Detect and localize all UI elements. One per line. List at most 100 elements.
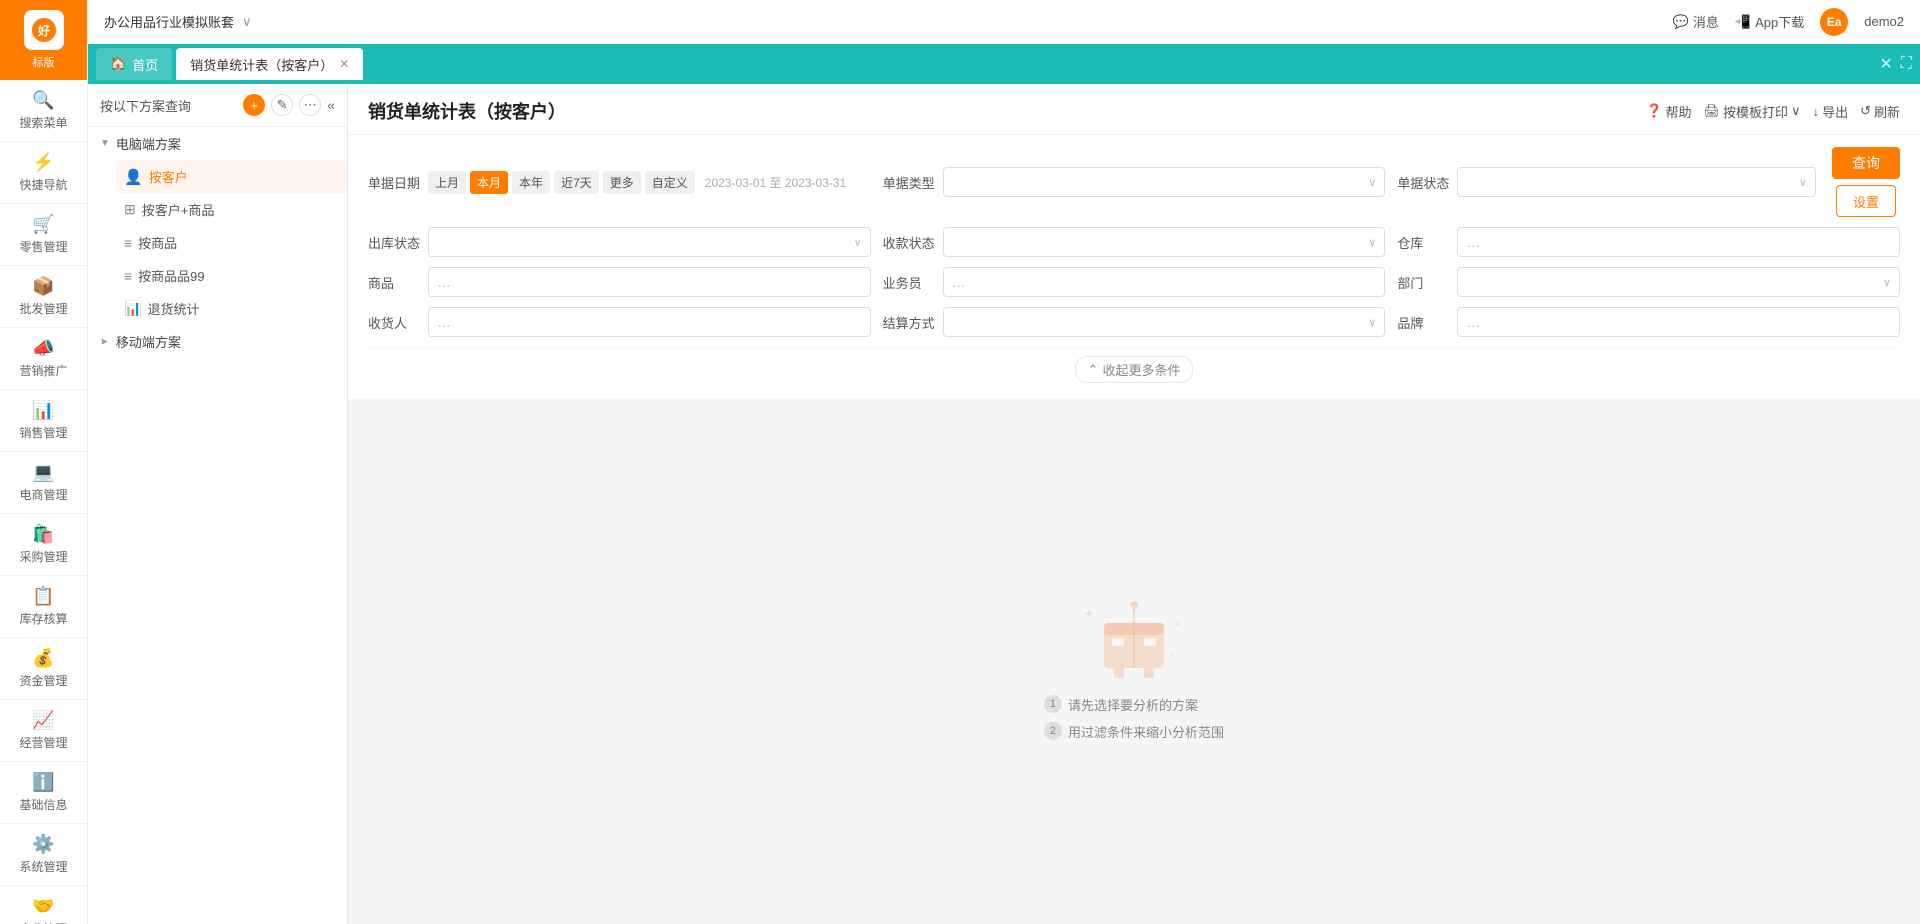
salesperson-label: 业务员 bbox=[883, 273, 935, 292]
sidebar-item-operations[interactable]: 📈 经营管理 bbox=[0, 700, 87, 762]
last-7-btn[interactable]: 近7天 bbox=[554, 171, 599, 194]
custom-btn[interactable]: 自定义 bbox=[645, 171, 695, 194]
template-print-label: 按模板打印 bbox=[1723, 102, 1788, 121]
tab-expand-btn[interactable]: ⛶ bbox=[1901, 55, 1912, 73]
doc-type-input[interactable]: ∨ bbox=[943, 167, 1386, 197]
warehouse-input[interactable]: … bbox=[1457, 227, 1900, 257]
sidebar-item-finance[interactable]: 💰 资金管理 bbox=[0, 638, 87, 700]
sidebar-item-retail[interactable]: 🛒 零售管理 bbox=[0, 204, 87, 266]
date-filter-controls: 上月 本月 本年 近7天 更多 自定义 2023-03-01 至 2023-03… bbox=[428, 171, 846, 194]
cur-year-btn[interactable]: 本年 bbox=[512, 171, 550, 194]
payment-label: 结算方式 bbox=[883, 313, 935, 332]
department-input[interactable]: ∨ bbox=[1457, 267, 1900, 297]
department-filter-item: 部门 ∨ bbox=[1397, 267, 1900, 297]
brand-input[interactable]: … bbox=[1457, 307, 1900, 337]
breadcrumb-text: 办公用品行业模拟账套 bbox=[104, 12, 234, 31]
collapse-more-btn[interactable]: ⌃ 收起更多条件 bbox=[1075, 356, 1194, 383]
mobile-schemes-header[interactable]: ▼ 移动端方案 bbox=[100, 325, 347, 358]
settings-btn[interactable]: 设置 bbox=[1836, 185, 1896, 217]
user-avatar[interactable]: Ea bbox=[1820, 8, 1848, 36]
sales-icon: 📊 bbox=[32, 400, 54, 421]
sidebar-item-ecommerce[interactable]: 💻 电商管理 bbox=[0, 452, 87, 514]
department-label: 部门 bbox=[1397, 273, 1449, 292]
tab-home[interactable]: 🏠 首页 bbox=[96, 48, 172, 80]
doc-status-input[interactable]: ∨ bbox=[1457, 167, 1816, 197]
tab-close-window-btn[interactable]: ✕ bbox=[1879, 54, 1892, 74]
query-btn[interactable]: 查询 bbox=[1832, 147, 1900, 179]
hint-text-1: 请先选择要分析的方案 bbox=[1068, 695, 1198, 714]
add-scheme-btn[interactable]: + bbox=[243, 94, 265, 116]
receiver-input[interactable]: … bbox=[428, 307, 871, 337]
sidebar-item-purchase[interactable]: 🛍️ 采购管理 bbox=[0, 514, 87, 576]
edit-icon: ✎ bbox=[277, 97, 288, 113]
filter-row-1: 单据日期 上月 本月 本年 近7天 更多 自定义 2023-03-01 至 20… bbox=[368, 147, 1900, 217]
sidebar-item-inventory[interactable]: 📋 库存核算 bbox=[0, 576, 87, 638]
product-input[interactable]: … bbox=[428, 267, 871, 297]
mobile-schemes-label: 移动端方案 bbox=[116, 332, 181, 351]
app-download-btn[interactable]: 📲 App下载 bbox=[1735, 12, 1804, 31]
sidebar-item-sales[interactable]: 📊 销售管理 bbox=[0, 390, 87, 452]
top-header-right: 💬 消息 📲 App下载 Ea demo2 bbox=[1673, 8, 1904, 36]
scheme-by-customer-product[interactable]: ⊞ 按客户+商品 bbox=[116, 193, 347, 226]
tab-sales-stats[interactable]: 销货单统计表（按客户） ✕ bbox=[176, 48, 363, 80]
desktop-schemes-tree: ▼ 电脑端方案 👤 按客户 ⊞ 按客户+商品 ≡ 按商品 bbox=[88, 127, 347, 325]
sidebar-item-system[interactable]: ⚙️ 系统管理 bbox=[0, 824, 87, 886]
retail-icon: 🛒 bbox=[32, 214, 54, 235]
payment-input[interactable]: ∨ bbox=[943, 307, 1386, 337]
username: demo2 bbox=[1864, 14, 1904, 29]
template-print-btn[interactable]: 🖨 按模板打印 ∨ bbox=[1704, 102, 1801, 121]
system-icon: ⚙️ bbox=[32, 834, 54, 855]
warehouse-dots: … bbox=[1466, 234, 1482, 250]
refresh-label: 刷新 bbox=[1874, 102, 1900, 121]
help-icon: ❓ bbox=[1646, 103, 1662, 119]
edit-scheme-btn[interactable]: ✎ bbox=[271, 94, 293, 116]
tab-close-icon[interactable]: ✕ bbox=[339, 57, 349, 71]
svg-text:✦: ✦ bbox=[1174, 620, 1182, 631]
sidebar-item-label: 经营管理 bbox=[19, 734, 67, 751]
sidebar-item-search-menu[interactable]: 🔍 搜索菜单 bbox=[0, 80, 87, 142]
out-status-input[interactable]: ∨ bbox=[428, 227, 871, 257]
sidebar-item-wholesale[interactable]: 📦 批发管理 bbox=[0, 266, 87, 328]
receipt-status-arrow-icon: ∨ bbox=[1368, 236, 1376, 249]
payment-filter-item: 结算方式 ∨ bbox=[883, 307, 1386, 337]
page-title-actions: ❓ 帮助 🖨 按模板打印 ∨ ↓ 导出 ↺ 刷新 bbox=[1646, 102, 1900, 121]
print-icon: 🖨 bbox=[1704, 103, 1721, 119]
empty-hint-1: 1 请先选择要分析的方案 bbox=[1044, 695, 1224, 714]
template-print-arrow-icon: ∨ bbox=[1791, 103, 1801, 119]
doc-status-filter-item: 单据状态 ∨ 查询 设置 bbox=[1397, 147, 1900, 217]
sidebar-item-marketing[interactable]: 📣 营销推广 bbox=[0, 328, 87, 390]
person-icon: 👤 bbox=[124, 168, 143, 186]
sidebar-item-quick-nav[interactable]: ⚡ 快捷导航 bbox=[0, 142, 87, 204]
scheme-by-customer[interactable]: 👤 按客户 bbox=[116, 160, 347, 193]
doc-type-label: 单据类型 bbox=[883, 173, 935, 192]
sidebar-item-enterprise[interactable]: 🤝 企业协同 bbox=[0, 886, 87, 924]
prev-month-btn[interactable]: 上月 bbox=[428, 171, 466, 194]
delete-scheme-btn[interactable]: ⋯ bbox=[299, 94, 321, 116]
doc-type-arrow-icon: ∨ bbox=[1368, 176, 1376, 189]
page-title: 销货单统计表（按客户） bbox=[368, 98, 566, 124]
product-filter-item: 商品 … bbox=[368, 267, 871, 297]
content-area: 按以下方案查询 + ✎ ⋯ « ▼ 电 bbox=[88, 84, 1920, 924]
export-btn[interactable]: ↓ 导出 bbox=[1813, 102, 1849, 121]
desktop-schemes-header[interactable]: ▼ 电脑端方案 bbox=[100, 127, 347, 160]
collapse-panel-btn[interactable]: « bbox=[327, 97, 335, 113]
date-filter-label: 单据日期 bbox=[368, 173, 420, 192]
scheme-label: 按客户+商品 bbox=[142, 200, 215, 219]
sidebar-item-base-info[interactable]: ℹ️ 基础信息 bbox=[0, 762, 87, 824]
empty-state: ✦ ✦ ✦ 1 请先选择要分析的方案 2 用过滤条件来缩小分析范围 bbox=[1044, 583, 1224, 741]
scheme-by-product[interactable]: ≡ 按商品 bbox=[116, 226, 347, 259]
collapse-up-icon: ⌃ bbox=[1088, 362, 1099, 378]
more-btn[interactable]: 更多 bbox=[603, 171, 641, 194]
refresh-btn[interactable]: ↺ 刷新 bbox=[1860, 102, 1900, 121]
sidebar-item-label: 快捷导航 bbox=[19, 176, 67, 193]
receipt-status-input[interactable]: ∨ bbox=[943, 227, 1386, 257]
scheme-return-stats[interactable]: 📊 退货统计 bbox=[116, 292, 347, 325]
receiver-filter-item: 收货人 … bbox=[368, 307, 871, 337]
help-btn[interactable]: ❓ 帮助 bbox=[1646, 102, 1691, 121]
cur-month-btn[interactable]: 本月 bbox=[470, 171, 508, 194]
delete-icon: ⋯ bbox=[304, 97, 317, 113]
message-btn[interactable]: 💬 消息 bbox=[1673, 12, 1719, 31]
finance-icon: 💰 bbox=[32, 648, 54, 669]
salesperson-input[interactable]: … bbox=[943, 267, 1386, 297]
scheme-by-product-99[interactable]: ≡ 按商品品99 bbox=[116, 259, 347, 292]
